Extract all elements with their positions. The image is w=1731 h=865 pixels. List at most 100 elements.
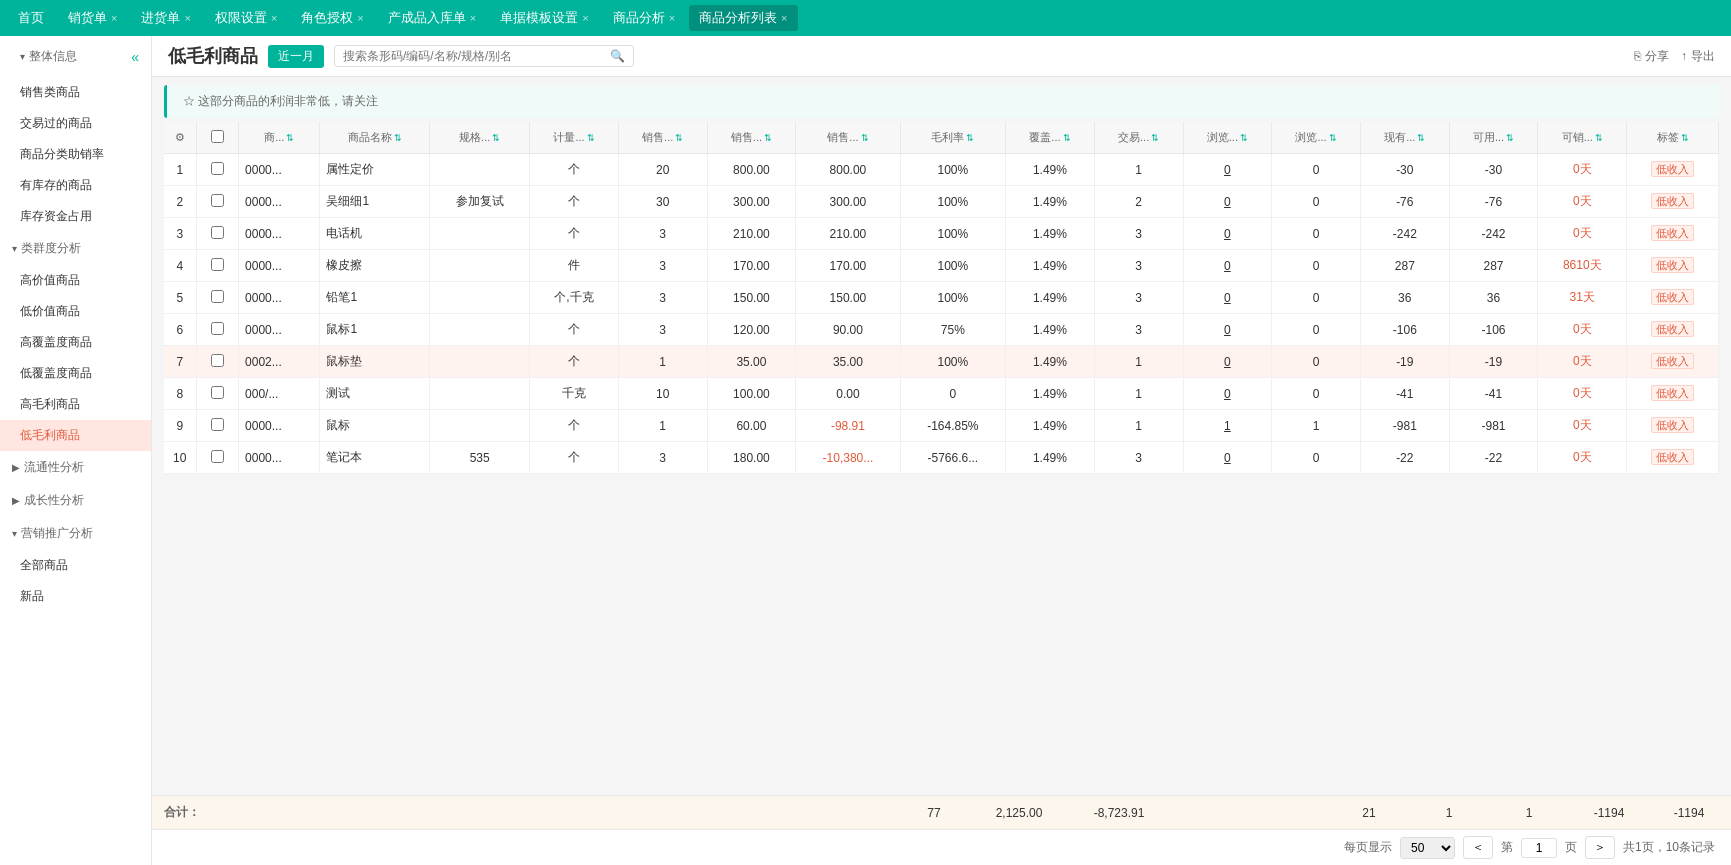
sidebar-group-cluster[interactable]: ▾ 类群度分析 [0, 232, 151, 265]
th-checkbox[interactable] [196, 122, 239, 154]
close-goods-analysis-list-icon[interactable]: × [781, 12, 787, 24]
cell-gross-margin: 100% [900, 154, 1005, 186]
th-tag[interactable]: 标签⇅ [1627, 122, 1719, 154]
row-checkbox[interactable] [211, 322, 224, 335]
sidebar-item-new-goods[interactable]: 新品 [0, 581, 151, 612]
cell-checkbox[interactable] [196, 186, 239, 218]
sidebar-group-growth[interactable]: ▶ 成长性分析 [0, 484, 151, 517]
close-goods-analysis-icon[interactable]: × [669, 12, 675, 24]
th-sales-price[interactable]: 销售...⇅ [707, 122, 796, 154]
cell-checkbox[interactable] [196, 218, 239, 250]
page-input[interactable] [1521, 838, 1557, 858]
cell-browse1[interactable]: 0 [1183, 314, 1272, 346]
sidebar-item-all-goods[interactable]: 全部商品 [0, 550, 151, 581]
th-browse1[interactable]: 浏览...⇅ [1183, 122, 1272, 154]
th-sales-profit[interactable]: 销售...⇅ [796, 122, 900, 154]
page-header: 低毛利商品 近一月 🔍 ⎘ 分享 ↑ 导出 [152, 36, 1731, 77]
row-checkbox[interactable] [211, 162, 224, 175]
nav-product-in[interactable]: 产成品入库单× [378, 5, 486, 31]
nav-permission[interactable]: 权限设置× [205, 5, 287, 31]
cell-name: 鼠标垫 [320, 346, 430, 378]
cell-browse1[interactable]: 0 [1183, 218, 1272, 250]
th-available[interactable]: 可用...⇅ [1449, 122, 1538, 154]
cell-row-num: 8 [164, 378, 196, 410]
row-checkbox[interactable] [211, 194, 224, 207]
th-browse2[interactable]: 浏览...⇅ [1272, 122, 1361, 154]
prev-page-button[interactable]: ＜ [1463, 836, 1493, 859]
row-checkbox[interactable] [211, 450, 224, 463]
nav-goods-analysis[interactable]: 商品分析× [603, 5, 685, 31]
per-page-select[interactable]: 50 100 200 [1400, 837, 1455, 859]
cell-browse1[interactable]: 0 [1183, 186, 1272, 218]
th-settings[interactable]: ⚙ [164, 122, 196, 154]
cell-browse1[interactable]: 0 [1183, 250, 1272, 282]
close-sales-icon[interactable]: × [111, 12, 117, 24]
sidebar-item-high-value[interactable]: 高价值商品 [0, 265, 151, 296]
row-checkbox[interactable] [211, 354, 224, 367]
nav-home[interactable]: 首页 [8, 5, 54, 31]
close-template-icon[interactable]: × [582, 12, 588, 24]
cell-checkbox[interactable] [196, 410, 239, 442]
th-gross-margin[interactable]: 毛利率⇅ [900, 122, 1005, 154]
th-unit[interactable]: 计量...⇅ [530, 122, 619, 154]
nav-sales[interactable]: 销货单× [58, 5, 127, 31]
cell-browse1[interactable]: 0 [1183, 282, 1272, 314]
cell-transactions: 3 [1094, 250, 1183, 282]
nav-role[interactable]: 角色授权× [291, 5, 373, 31]
row-checkbox[interactable] [211, 290, 224, 303]
sidebar-item-low-margin[interactable]: 低毛利商品 [0, 420, 151, 451]
cell-checkbox[interactable] [196, 314, 239, 346]
sidebar-group-marketing[interactable]: ▾ 营销推广分析 [0, 517, 151, 550]
search-input[interactable] [343, 49, 604, 63]
sidebar-group-overall[interactable]: ▾ 整体信息 [8, 40, 89, 73]
th-current[interactable]: 现有...⇅ [1360, 122, 1449, 154]
close-product-in-icon[interactable]: × [470, 12, 476, 24]
sidebar-item-low-value[interactable]: 低价值商品 [0, 296, 151, 327]
close-purchase-icon[interactable]: × [184, 12, 190, 24]
cell-checkbox[interactable] [196, 282, 239, 314]
filter-recent-month-button[interactable]: 近一月 [268, 45, 324, 68]
nav-purchase[interactable]: 进货单× [131, 5, 200, 31]
sidebar-item-high-margin[interactable]: 高毛利商品 [0, 389, 151, 420]
sidebar-item-traded-goods[interactable]: 交易过的商品 [0, 108, 151, 139]
close-permission-icon[interactable]: × [271, 12, 277, 24]
th-coverage[interactable]: 覆盖...⇅ [1006, 122, 1095, 154]
cell-browse1[interactable]: 0 [1183, 378, 1272, 410]
sidebar-group-flow[interactable]: ▶ 流通性分析 [0, 451, 151, 484]
cell-checkbox[interactable] [196, 378, 239, 410]
th-spec[interactable]: 规格...⇅ [430, 122, 530, 154]
cell-sellable: 0天 [1538, 154, 1627, 186]
sidebar-collapse-btn[interactable]: « [127, 49, 143, 65]
cell-checkbox[interactable] [196, 442, 239, 474]
cell-checkbox[interactable] [196, 154, 239, 186]
cell-checkbox[interactable] [196, 346, 239, 378]
sidebar-item-high-coverage[interactable]: 高覆盖度商品 [0, 327, 151, 358]
nav-template[interactable]: 单据模板设置× [490, 5, 598, 31]
nav-goods-analysis-list[interactable]: 商品分析列表× [689, 5, 797, 31]
row-checkbox[interactable] [211, 386, 224, 399]
cell-browse1[interactable]: 0 [1183, 442, 1272, 474]
th-name[interactable]: 商品名称⇅ [320, 122, 430, 154]
sidebar-item-inventory-goods[interactable]: 有库存的商品 [0, 170, 151, 201]
cell-browse1[interactable]: 0 [1183, 154, 1272, 186]
search-box[interactable]: 🔍 [334, 45, 634, 67]
row-checkbox[interactable] [211, 418, 224, 431]
cell-browse1[interactable]: 0 [1183, 346, 1272, 378]
sidebar-item-category-rate[interactable]: 商品分类助销率 [0, 139, 151, 170]
th-sales-qty[interactable]: 销售...⇅ [618, 122, 707, 154]
close-role-icon[interactable]: × [357, 12, 363, 24]
cell-browse1[interactable]: 1 [1183, 410, 1272, 442]
select-all-checkbox[interactable] [211, 130, 224, 143]
th-transactions[interactable]: 交易...⇅ [1094, 122, 1183, 154]
cell-checkbox[interactable] [196, 250, 239, 282]
row-checkbox[interactable] [211, 258, 224, 271]
sidebar-item-low-coverage[interactable]: 低覆盖度商品 [0, 358, 151, 389]
sidebar-item-sales-goods[interactable]: 销售类商品 [0, 77, 151, 108]
row-checkbox[interactable] [211, 226, 224, 239]
next-page-button[interactable]: ＞ [1585, 836, 1615, 859]
th-sellable[interactable]: 可销...⇅ [1538, 122, 1627, 154]
share-button[interactable]: ⎘ 分享 [1634, 48, 1669, 65]
sidebar-item-inventory-capital[interactable]: 库存资金占用 [0, 201, 151, 232]
th-code[interactable]: 商...⇅ [239, 122, 320, 154]
export-button[interactable]: ↑ 导出 [1681, 48, 1715, 65]
